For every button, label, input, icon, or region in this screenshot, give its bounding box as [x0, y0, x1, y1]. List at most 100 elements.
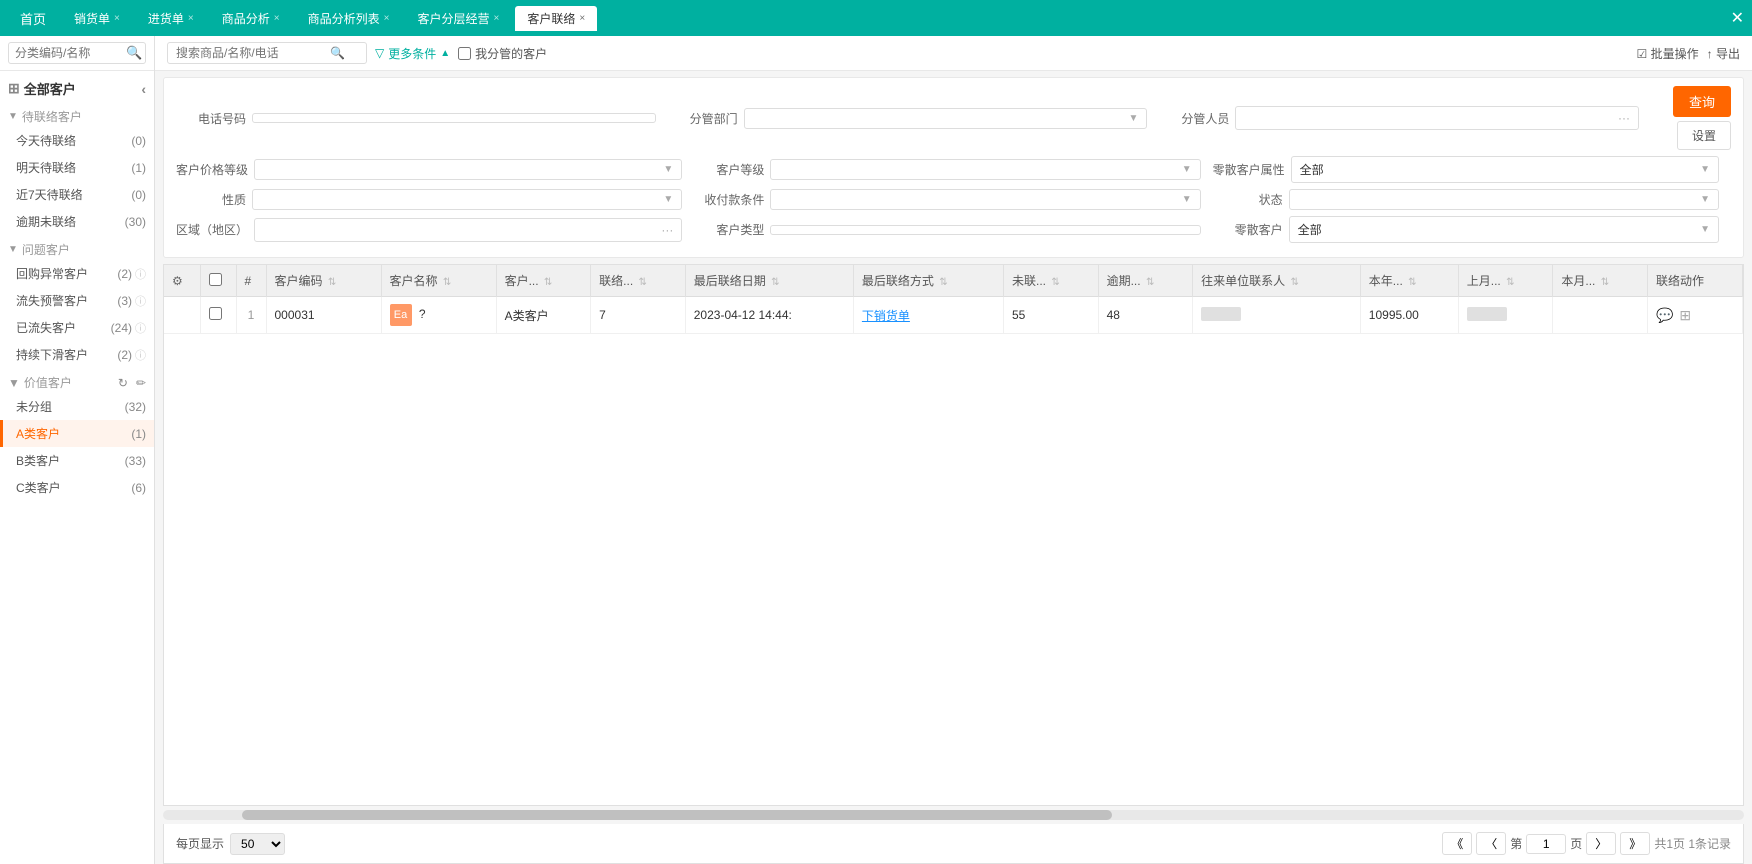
page-label: 第: [1510, 835, 1522, 852]
tab-product-analysis[interactable]: 商品分析 ×: [210, 6, 292, 31]
close-sales-order-icon[interactable]: ×: [114, 13, 120, 24]
close-customer-tier-icon[interactable]: ×: [493, 13, 499, 24]
export-button[interactable]: ↑ 导出: [1707, 45, 1740, 62]
column-settings-icon[interactable]: ⚙: [172, 274, 183, 288]
refresh-icon[interactable]: ↻: [118, 376, 128, 390]
close-purchase-order-icon[interactable]: ×: [188, 13, 194, 24]
my-customers-checkbox[interactable]: [458, 47, 471, 60]
horizontal-scrollbar[interactable]: [163, 810, 1744, 820]
scrollbar-thumb[interactable]: [242, 810, 1112, 820]
group-problem-customers[interactable]: ▼ 问题客户: [0, 235, 154, 260]
batch-operation-button[interactable]: ☑ 批量操作: [1637, 45, 1699, 62]
group-arrow-icon: ▼: [8, 111, 18, 122]
sidebar-item-overdue-no-contact[interactable]: 逾期未联络 (30): [0, 208, 154, 235]
sidebar-item-class-c[interactable]: C类客户 (6): [0, 474, 154, 501]
home-tab[interactable]: 首页: [8, 5, 58, 32]
next-page-button[interactable]: 〉: [1586, 832, 1616, 855]
sidebar-item-7days-pending[interactable]: 近7天待联络 (0): [0, 181, 154, 208]
sidebar-item-unclassified[interactable]: 未分组 (32): [0, 393, 154, 420]
settings-button[interactable]: 设置: [1677, 121, 1731, 150]
more-conditions-button[interactable]: ▽ 更多条件 ▲: [375, 45, 450, 62]
col-last-contact-method[interactable]: 最后联络方式 ⇅: [853, 265, 1003, 297]
col-settings[interactable]: ⚙: [164, 265, 200, 297]
col-customer-type[interactable]: 客户... ⇅: [496, 265, 591, 297]
content-area: 🔍 ▽ 更多条件 ▲ 我分管的客户 ☑ 批量操作 ↑ 导出: [155, 36, 1752, 864]
close-customer-contact-icon[interactable]: ×: [579, 13, 585, 24]
sidebar-item-churned[interactable]: 已流失客户 (24) ⓘ: [0, 314, 154, 341]
sidebar-item-class-a[interactable]: A类客户 (1): [0, 420, 154, 447]
company-contact-placeholder: [1201, 307, 1241, 321]
close-product-analysis-icon[interactable]: ×: [274, 13, 280, 24]
sidebar-item-today-pending[interactable]: 今天待联络 (0): [0, 127, 154, 154]
customer-type-input[interactable]: [770, 225, 1200, 235]
customer-level-input[interactable]: ▼: [770, 159, 1200, 180]
col-overdue[interactable]: 逾期... ⇅: [1098, 265, 1193, 297]
col-company-contact[interactable]: 往来单位联系人 ⇅: [1193, 265, 1361, 297]
pagination: 《 〈 第 页 〉 》 共1页 1条记录: [1442, 832, 1731, 855]
qr-icon[interactable]: ⊞: [1679, 307, 1691, 324]
group-pending-contact[interactable]: ▼ 待联络客户: [0, 102, 154, 127]
page-size-select[interactable]: 50 100 200: [230, 833, 285, 855]
select-all-checkbox[interactable]: [209, 273, 222, 286]
page-number-input[interactable]: [1526, 834, 1566, 854]
window-close-icon[interactable]: ✕: [1731, 8, 1744, 28]
tab-customer-tier[interactable]: 客户分层经营 ×: [405, 6, 511, 31]
col-contact-count[interactable]: 联络... ⇅: [591, 265, 686, 297]
col-last-contact-date[interactable]: 最后联络日期 ⇅: [685, 265, 853, 297]
col-this-month[interactable]: 本月... ⇅: [1553, 265, 1648, 297]
first-page-button[interactable]: 《: [1442, 832, 1472, 855]
data-table: ⚙ # 客户编码 ⇅ 客户名称 ⇅: [164, 265, 1743, 334]
col-last-month[interactable]: 上月... ⇅: [1458, 265, 1553, 297]
cell-customer-type: A类客户: [496, 297, 591, 334]
info-icon3: ⓘ: [135, 320, 146, 336]
table-row: 1 000031 Ea ? A类客户 7 2023-04-12 14:44: 下…: [164, 297, 1743, 334]
tab-product-analysis-list[interactable]: 商品分析列表 ×: [296, 6, 402, 31]
data-table-container: ⚙ # 客户编码 ⇅ 客户名称 ⇅: [163, 264, 1744, 806]
payment-input[interactable]: ▼: [770, 189, 1200, 210]
col-this-year[interactable]: 本年... ⇅: [1360, 265, 1458, 297]
more-conditions-arrow: ▲: [440, 48, 450, 59]
retail-customer-input[interactable]: 全部▼: [1289, 216, 1719, 243]
col-customer-name[interactable]: 客户名称 ⇅: [381, 265, 496, 297]
col-uncontacted[interactable]: 未联... ⇅: [1003, 265, 1098, 297]
my-customers-checkbox-label[interactable]: 我分管的客户: [458, 45, 547, 62]
last-page-button[interactable]: 》: [1620, 832, 1650, 855]
col-customer-code[interactable]: 客户编码 ⇅: [266, 265, 381, 297]
contact-icon[interactable]: 💬: [1656, 307, 1673, 324]
group-value-customers[interactable]: ▼ 价值客户 ↻ ✏: [0, 368, 154, 393]
sidebar-item-continuous-decline[interactable]: 持续下滑客户 (2) ⓘ: [0, 341, 154, 368]
region-input[interactable]: ···: [254, 218, 682, 242]
edit-icon[interactable]: ✏: [136, 376, 146, 390]
tab-customer-contact[interactable]: 客户联络 ×: [515, 6, 597, 31]
sidebar-item-churn-warning[interactable]: 流失预警客户 (3) ⓘ: [0, 287, 154, 314]
sidebar-item-repurchase-abnormal[interactable]: 回购异常客户 (2) ⓘ: [0, 260, 154, 287]
nature-label: 性质: [176, 191, 246, 208]
nature-input[interactable]: ▼: [252, 189, 682, 210]
phone-input[interactable]: [252, 113, 656, 123]
sort-icon: ⇅: [544, 277, 552, 288]
payment-label: 收付款条件: [694, 191, 764, 208]
sidebar-item-tomorrow-pending[interactable]: 明天待联络 (1): [0, 154, 154, 181]
dept-input[interactable]: ▼: [744, 108, 1148, 129]
price-level-input[interactable]: ▼: [254, 159, 682, 180]
group-arrow-icon3: ▼: [8, 376, 20, 390]
query-button[interactable]: 查询: [1673, 86, 1731, 117]
filter-right-actions: ☑ 批量操作 ↑ 导出: [1637, 45, 1740, 62]
filter-search-input[interactable]: [176, 46, 326, 60]
sidebar-collapse-button[interactable]: ‹: [141, 81, 146, 97]
last-contact-method-link[interactable]: 下销货单: [862, 309, 910, 323]
tab-sales-order[interactable]: 销货单 ×: [62, 6, 132, 31]
row-checkbox[interactable]: [209, 307, 222, 320]
retail-attr-input[interactable]: 全部▼: [1291, 156, 1719, 183]
status-input[interactable]: ▼: [1289, 189, 1719, 210]
all-customers-label[interactable]: 全部客户: [24, 79, 76, 98]
advanced-filter-panel: 电话号码 分管部门 ▼ 分管人员 ··· 查询 设置: [163, 77, 1744, 258]
manager-input[interactable]: ···: [1235, 106, 1639, 130]
tab-purchase-order[interactable]: 进货单 ×: [136, 6, 206, 31]
col-action: 联络动作: [1647, 265, 1742, 297]
prev-page-button[interactable]: 〈: [1476, 832, 1506, 855]
close-product-analysis-list-icon[interactable]: ×: [384, 13, 390, 24]
sort-icon: ⇅: [1291, 277, 1299, 288]
sidebar-item-class-b[interactable]: B类客户 (33): [0, 447, 154, 474]
main-layout: 🔍 ⊞ 全部客户 ‹ ▼ 待联络客户 今天待联络 (0) 明天待联络 (1) 近…: [0, 36, 1752, 864]
